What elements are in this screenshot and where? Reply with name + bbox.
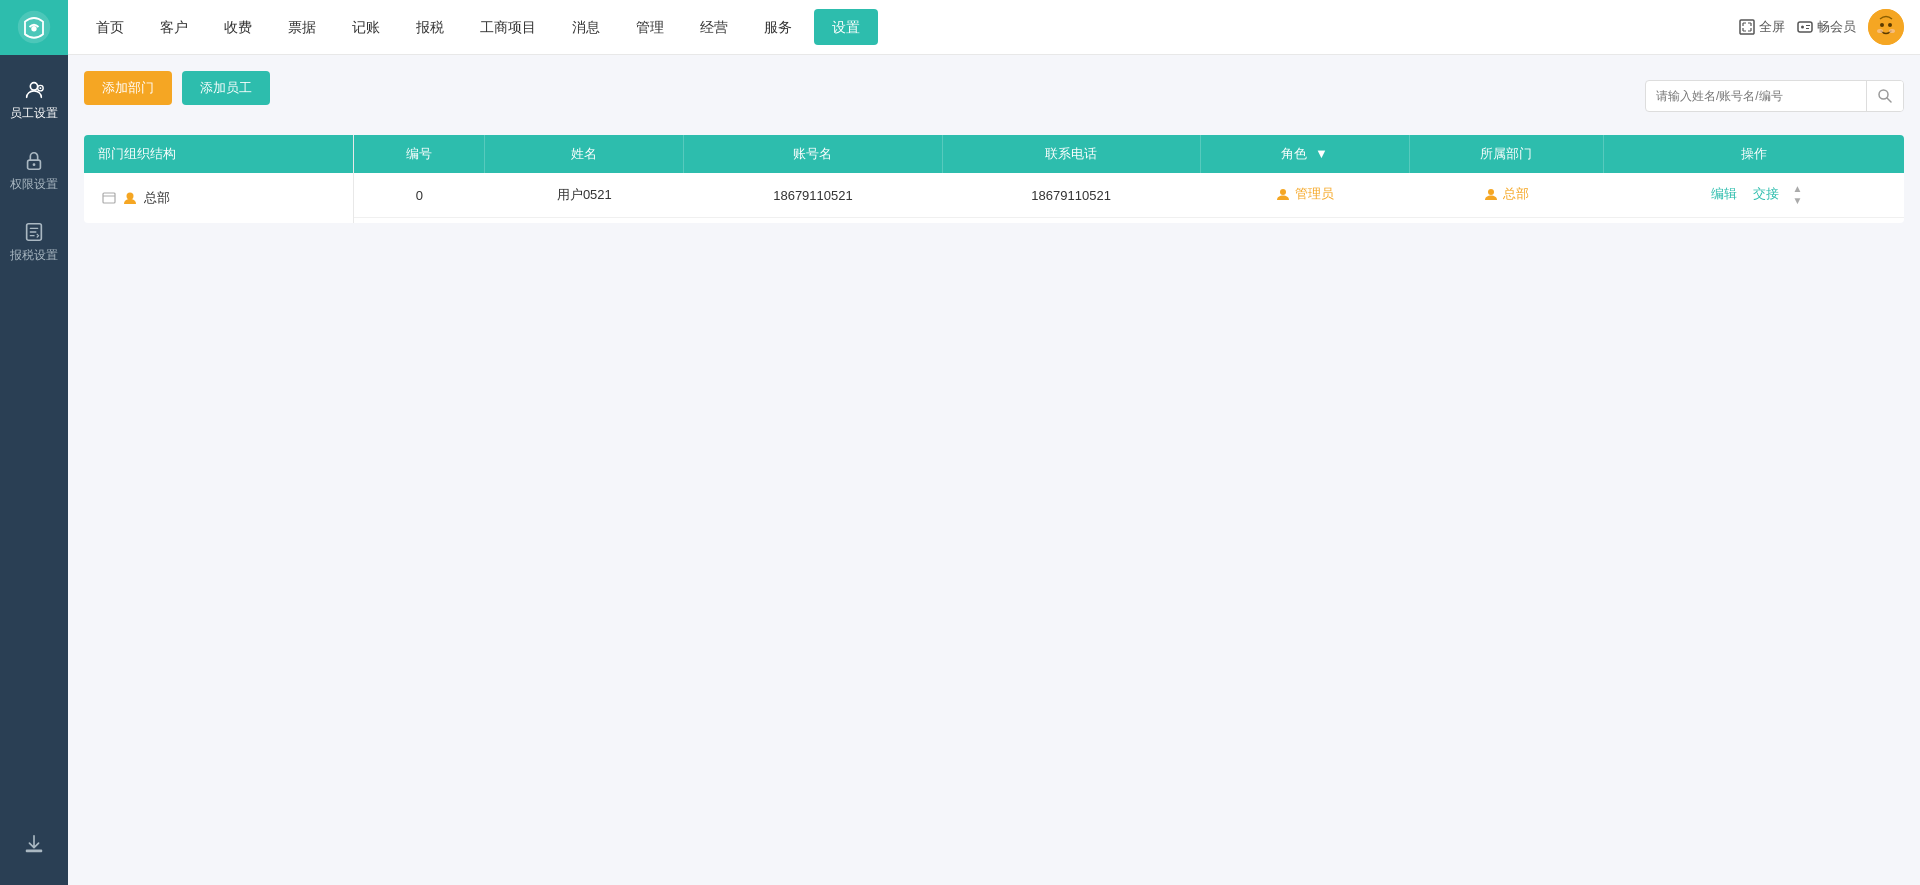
- svg-point-7: [1888, 23, 1892, 27]
- sidebar-item-employee-settings[interactable]: 员工设置: [0, 65, 68, 136]
- scroll-down-btn[interactable]: ▼: [1792, 195, 1802, 207]
- nav-invoice[interactable]: 票据: [270, 0, 334, 55]
- role-filter-icon[interactable]: ▼: [1315, 146, 1328, 161]
- sidebar-item-permission-settings[interactable]: 权限设置: [0, 136, 68, 207]
- search-input[interactable]: [1646, 89, 1866, 103]
- svg-rect-2: [1740, 20, 1754, 34]
- add-dept-button[interactable]: 添加部门: [84, 71, 172, 105]
- svg-point-8: [1877, 29, 1883, 33]
- sidebar-label-permission: 权限设置: [10, 176, 58, 193]
- sidebar-label-tax: 报税设置: [10, 247, 58, 264]
- sidebar-item-download[interactable]: [0, 819, 68, 869]
- col-header-name: 姓名: [485, 135, 684, 173]
- nav-customer[interactable]: 客户: [142, 0, 206, 55]
- fullscreen-label: 全屏: [1759, 18, 1785, 36]
- nav-business[interactable]: 工商项目: [462, 0, 554, 55]
- cell-phone: 18679110521: [942, 173, 1200, 218]
- nav-settings[interactable]: 设置: [814, 9, 878, 45]
- fullscreen-btn[interactable]: 全屏: [1739, 18, 1785, 36]
- dept-tree-header: 部门组织结构: [84, 135, 353, 173]
- cell-id: 0: [354, 173, 485, 218]
- svg-point-20: [1488, 189, 1494, 195]
- employee-table: 编号 姓名 账号名 联系电话 角色 ▼ 所属部门 操作: [354, 135, 1904, 218]
- svg-point-4: [1801, 26, 1804, 29]
- nav-billing[interactable]: 收费: [206, 0, 270, 55]
- col-header-id: 编号: [354, 135, 485, 173]
- search-bar: [1645, 80, 1904, 112]
- content-header: 添加部门 添加员工: [84, 71, 1904, 121]
- member-label: 畅会员: [1817, 18, 1856, 36]
- cell-name: 用户0521: [485, 173, 684, 218]
- member-btn[interactable]: 畅会员: [1797, 18, 1856, 36]
- svg-point-6: [1880, 23, 1884, 27]
- button-bar: 添加部门 添加员工: [84, 71, 270, 105]
- employee-table-area: 编号 姓名 账号名 联系电话 角色 ▼ 所属部门 操作: [354, 135, 1904, 223]
- main-layout: 员工设置 权限设置 报税设置: [0, 55, 1920, 885]
- sidebar-item-tax-settings[interactable]: 报税设置: [0, 207, 68, 278]
- nav-bookkeeping[interactable]: 记账: [334, 0, 398, 55]
- table-row: 0 用户0521 18679110521 18679110521: [354, 173, 1904, 218]
- nav-operation[interactable]: 经营: [682, 0, 746, 55]
- dept-tree-item-root[interactable]: 总部: [98, 183, 339, 213]
- nav-service[interactable]: 服务: [746, 0, 810, 55]
- svg-point-19: [1280, 189, 1286, 195]
- col-header-action: 操作: [1603, 135, 1904, 173]
- search-button[interactable]: [1866, 80, 1903, 112]
- transfer-link[interactable]: 交接: [1753, 186, 1779, 201]
- svg-point-1: [31, 26, 36, 31]
- col-header-role: 角色 ▼: [1200, 135, 1409, 173]
- svg-rect-17: [103, 193, 115, 203]
- cell-role: 管理员: [1200, 173, 1409, 218]
- svg-rect-3: [1798, 22, 1812, 32]
- svg-point-10: [30, 83, 37, 90]
- nav-right: 全屏 畅会员: [1739, 9, 1920, 45]
- dept-tree: 部门组织结构 总部: [84, 135, 354, 223]
- add-employee-button[interactable]: 添加员工: [182, 71, 270, 105]
- dept-tree-body: 总部: [84, 173, 353, 223]
- main-content: 添加部门 添加员工 部门组织结构: [68, 55, 1920, 885]
- dept-root-name: 总部: [144, 189, 170, 207]
- nav-home[interactable]: 首页: [78, 0, 142, 55]
- svg-point-18: [127, 193, 134, 200]
- svg-point-5: [1868, 9, 1904, 45]
- cell-actions: 编辑 交接 ▲ ▼: [1603, 173, 1904, 218]
- main-nav: 首页 客户 收费 票据 记账 报税 工商项目 消息 管理 经营 服务 设置: [78, 0, 1739, 54]
- cell-account: 18679110521: [684, 173, 942, 218]
- svg-point-13: [33, 163, 36, 166]
- nav-tax[interactable]: 报税: [398, 0, 462, 55]
- sidebar-label-employee: 员工设置: [10, 105, 58, 122]
- main-panel: 部门组织结构 总部: [84, 135, 1904, 223]
- scroll-up-btn[interactable]: ▲: [1792, 183, 1802, 195]
- cell-dept: 总部: [1409, 173, 1603, 218]
- edit-link[interactable]: 编辑: [1711, 186, 1737, 201]
- sidebar: 员工设置 权限设置 报税设置: [0, 55, 68, 885]
- col-header-phone: 联系电话: [942, 135, 1200, 173]
- nav-manage[interactable]: 管理: [618, 0, 682, 55]
- top-nav: 首页 客户 收费 票据 记账 报税 工商项目 消息 管理 经营 服务 设置 全屏: [0, 0, 1920, 55]
- svg-rect-15: [26, 850, 43, 853]
- logo[interactable]: [0, 0, 68, 55]
- avatar[interactable]: [1868, 9, 1904, 45]
- nav-message[interactable]: 消息: [554, 0, 618, 55]
- sidebar-bottom: [0, 819, 68, 885]
- col-header-dept: 所属部门: [1409, 135, 1603, 173]
- col-header-account: 账号名: [684, 135, 942, 173]
- svg-point-9: [1889, 29, 1895, 33]
- scroll-controls: ▲ ▼: [1792, 183, 1802, 207]
